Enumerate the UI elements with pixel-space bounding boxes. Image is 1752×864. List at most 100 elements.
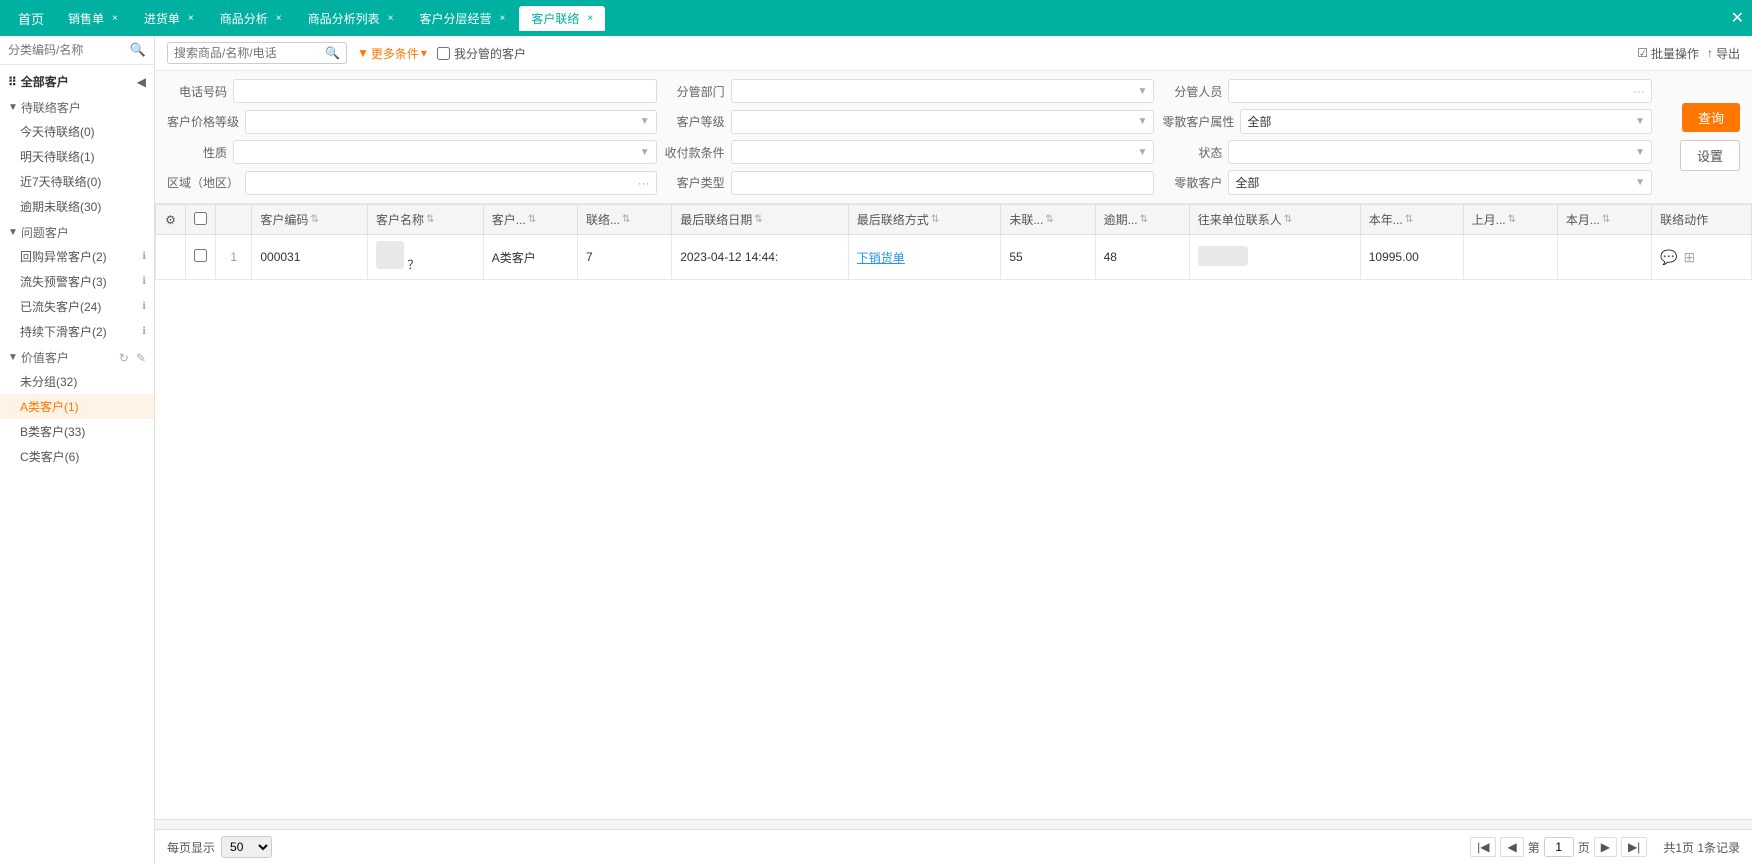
search-icon[interactable]: 🔍 <box>130 42 146 58</box>
nav-tab-analysis[interactable]: 商品分析 × <box>208 6 294 31</box>
collapse-icon[interactable]: ◀ <box>137 75 146 89</box>
th-name[interactable]: 客户名称 ⇅ <box>368 205 484 235</box>
sort-icon[interactable]: ⇅ <box>528 214 536 225</box>
th-overdue[interactable]: 逾期... ⇅ <box>1095 205 1189 235</box>
sidebar-item-unclassified[interactable]: 未分组(32) <box>0 369 154 394</box>
more-conditions-btn[interactable]: ▼ 更多条件 ▾ <box>357 45 427 62</box>
settings-button[interactable]: 设置 <box>1680 140 1740 171</box>
nature-dropdown[interactable]: ▼ <box>233 140 657 164</box>
th-last-method[interactable]: 最后联络方式 ⇅ <box>848 205 1001 235</box>
th-this-month[interactable]: 本月... ⇅ <box>1557 205 1651 235</box>
query-button[interactable]: 查询 <box>1682 103 1740 132</box>
retail-attr-dropdown[interactable]: 全部 ▼ <box>1240 109 1652 134</box>
sidebar-item-class-a[interactable]: A类客户(1) <box>0 394 154 419</box>
sort-icon[interactable]: ⇅ <box>622 214 630 225</box>
sort-icon[interactable]: ⇅ <box>1284 214 1292 225</box>
sort-icon[interactable]: ⇅ <box>1045 214 1053 225</box>
sidebar-item-class-b[interactable]: B类客户(33) <box>0 419 154 444</box>
refresh-icon[interactable]: ↻ <box>119 351 129 365</box>
my-customers-checkbox[interactable] <box>437 47 450 60</box>
sort-icon[interactable]: ⇅ <box>1140 214 1148 225</box>
sidebar-item-churn-warning[interactable]: 流失预警客户(3) ℹ <box>0 269 154 294</box>
batch-ops-btn[interactable]: ☑ 批量操作 <box>1637 45 1699 62</box>
th-code[interactable]: 客户编码 ⇅ <box>252 205 368 235</box>
row-checkbox[interactable] <box>194 249 207 262</box>
close-icon[interactable]: × <box>388 13 394 24</box>
sidebar-header: ⠿ 全部客户 ◀ <box>0 65 154 94</box>
retail-attr-label: 零散客户属性 <box>1162 113 1234 130</box>
th-last-date[interactable]: 最后联络日期 ⇅ <box>672 205 849 235</box>
nav-tab-customer-tier[interactable]: 客户分层经营 × <box>407 6 517 31</box>
nav-tab-purchase[interactable]: 进货单 × <box>132 6 206 31</box>
message-icon[interactable]: 💬 <box>1660 249 1677 266</box>
more-icon[interactable]: ··· <box>638 176 650 190</box>
per-page-select[interactable]: 50 100 200 <box>221 836 272 858</box>
page-input[interactable] <box>1544 837 1574 857</box>
nav-tab-customer-contact[interactable]: 客户联络 × <box>519 6 605 31</box>
sort-icon[interactable]: ⇅ <box>1405 214 1413 225</box>
th-contact[interactable]: 联络... ⇅ <box>577 205 671 235</box>
first-page-btn[interactable]: |◀ <box>1470 837 1496 857</box>
sidebar-item-churned[interactable]: 已流失客户(24) ℹ <box>0 294 154 319</box>
th-uncontacted[interactable]: 未联... ⇅ <box>1001 205 1095 235</box>
sort-icon[interactable]: ⇅ <box>310 214 318 225</box>
payment-dropdown[interactable]: ▼ <box>731 140 1155 164</box>
nav-home[interactable]: 首页 <box>8 5 54 32</box>
sort-icon[interactable]: ⇅ <box>426 214 434 225</box>
th-unit-contact[interactable]: 往来单位联系人 ⇅ <box>1189 205 1360 235</box>
sidebar-item-overdue[interactable]: 逾期未联络(30) <box>0 194 154 219</box>
phone-input[interactable] <box>233 79 657 103</box>
th-this-year[interactable]: 本年... ⇅ <box>1360 205 1463 235</box>
close-icon[interactable]: × <box>188 13 194 24</box>
qr-icon[interactable]: ⊞ <box>1684 249 1696 266</box>
search-icon[interactable]: 🔍 <box>325 46 340 60</box>
sort-icon[interactable]: ⇅ <box>1508 214 1516 225</box>
select-all-checkbox[interactable] <box>194 212 207 225</box>
sidebar-item-tomorrow[interactable]: 明天待联络(1) <box>0 144 154 169</box>
sidebar-item-repurchase-abnormal[interactable]: 回购异常客户(2) ℹ <box>0 244 154 269</box>
sidebar-item-class-c[interactable]: C类客户(6) <box>0 444 154 469</box>
th-gear[interactable]: ⚙ <box>156 205 186 235</box>
sidebar-item-declining[interactable]: 持续下滑客户(2) ℹ <box>0 319 154 344</box>
th-last-month[interactable]: 上月... ⇅ <box>1463 205 1557 235</box>
th-checkbox[interactable] <box>186 205 216 235</box>
price-grade-label: 客户价格等级 <box>167 113 239 130</box>
sort-icon[interactable]: ⇅ <box>931 214 939 225</box>
region-input[interactable]: ··· <box>245 171 657 195</box>
th-type[interactable]: 客户... ⇅ <box>483 205 577 235</box>
search-box: 🔍 <box>167 42 347 64</box>
last-method-link[interactable]: 下销货单 <box>857 251 905 265</box>
sidebar-item-7days[interactable]: 近7天待联络(0) <box>0 169 154 194</box>
filter-row-4: 区域（地区） ··· 客户类型 <box>167 170 1652 195</box>
retail-dropdown[interactable]: 全部 ▼ <box>1228 170 1652 195</box>
close-icon[interactable]: × <box>499 13 505 24</box>
export-btn[interactable]: ↑ 导出 <box>1707 45 1740 62</box>
nav-tab-analysis-list[interactable]: 商品分析列表 × <box>296 6 406 31</box>
dept-dropdown[interactable]: ▼ <box>731 79 1155 103</box>
sidebar-item-today[interactable]: 今天待联络(0) <box>0 119 154 144</box>
horizontal-scrollbar[interactable] <box>155 819 1752 829</box>
gear-icon[interactable]: ⚙ <box>165 213 176 227</box>
edit-icon[interactable]: ✎ <box>136 351 146 365</box>
last-page-btn[interactable]: ▶| <box>1621 837 1647 857</box>
my-customers-checkbox-label[interactable]: 我分管的客户 <box>437 45 526 62</box>
cust-type-input[interactable] <box>731 171 1155 195</box>
nav-tab-sales[interactable]: 销售单 × <box>56 6 130 31</box>
close-icon[interactable]: × <box>587 13 593 24</box>
next-page-btn[interactable]: ▶ <box>1594 837 1617 857</box>
close-icon[interactable]: × <box>112 13 118 24</box>
manager-input[interactable]: ··· <box>1228 79 1652 103</box>
close-icon[interactable]: × <box>276 13 282 24</box>
window-close-icon[interactable]: ✕ <box>1731 8 1744 28</box>
search-input[interactable] <box>174 46 325 60</box>
cust-grade-dropdown[interactable]: ▼ <box>731 110 1155 134</box>
td-checkbox[interactable] <box>186 235 216 280</box>
sort-icon[interactable]: ⇅ <box>754 214 762 225</box>
price-grade-dropdown[interactable]: ▼ <box>245 110 657 134</box>
sidebar-search-area: 🔍 <box>0 36 154 65</box>
sidebar-search-input[interactable] <box>8 43 130 57</box>
status-dropdown[interactable]: ▼ <box>1228 140 1652 164</box>
sort-icon[interactable]: ⇅ <box>1602 214 1610 225</box>
more-icon[interactable]: ··· <box>1633 84 1645 98</box>
prev-page-btn[interactable]: ◀ <box>1500 837 1523 857</box>
